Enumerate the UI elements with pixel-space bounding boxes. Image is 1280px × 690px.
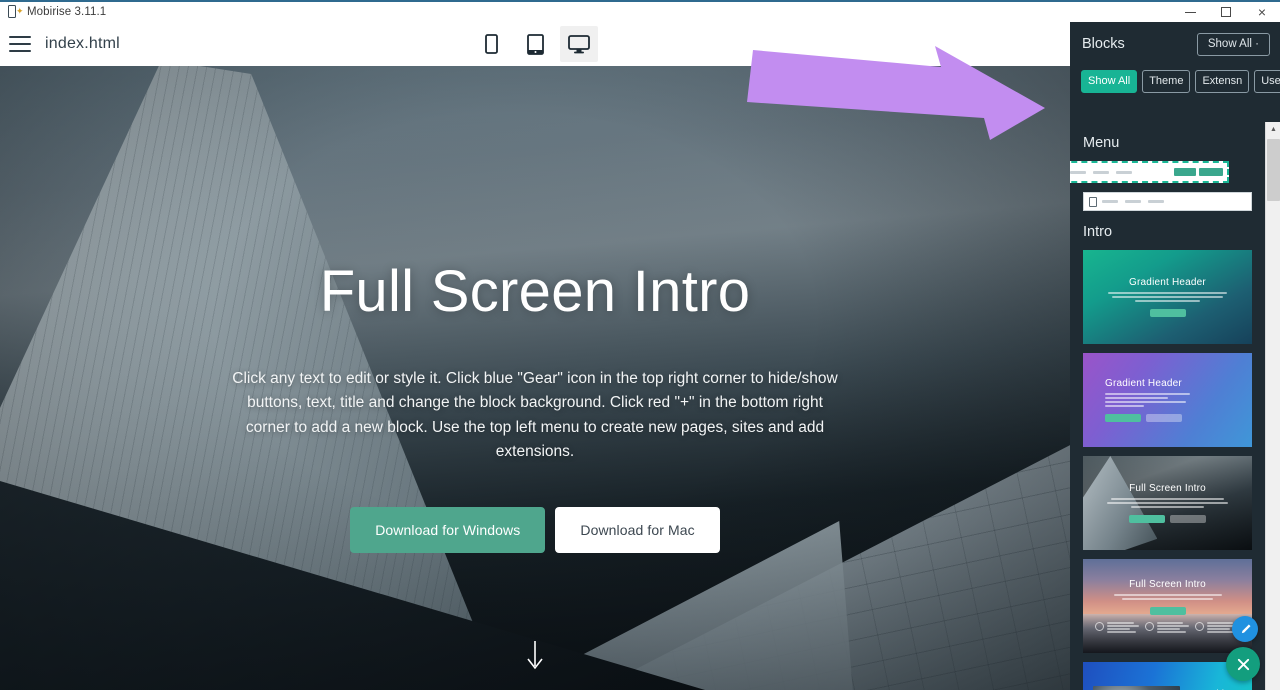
blocks-panel-header: Blocks Show All · — [1070, 22, 1280, 66]
thumb-text-lines — [1105, 292, 1231, 304]
title-bar: ✦ Mobirise 3.11.1 × — [0, 0, 1280, 22]
block-thumb-full-screen-intro-building[interactable]: Full Screen Intro — [1083, 456, 1252, 550]
download-mac-button[interactable]: Download for Mac — [555, 507, 719, 553]
page-canvas[interactable]: Full Screen Intro Click any text to edit… — [0, 66, 1070, 690]
hero-heading[interactable]: Full Screen Intro — [320, 262, 751, 323]
thumb-content: Gradient Header — [1089, 256, 1246, 338]
block-thumb-menu-highlighted[interactable] — [1070, 161, 1229, 183]
block-thumb-full-screen-intro-sunset[interactable]: Full Screen Intro — [1083, 559, 1252, 653]
blocks-list[interactable]: Menu Intro Gradient Header — [1070, 122, 1265, 690]
thumb-caption: Full Screen Intro — [1129, 483, 1206, 494]
block-thumb-gradient-header-purple[interactable]: Gradient Header — [1083, 353, 1252, 447]
thumb-feature-column — [1145, 622, 1190, 634]
thumb-nav-button — [1174, 168, 1196, 176]
filter-extensions[interactable]: Extensn — [1195, 70, 1249, 93]
thumb-button — [1150, 309, 1186, 317]
thumb-button-secondary — [1146, 414, 1182, 422]
thumb-caption: Gradient Header — [1129, 277, 1206, 288]
window-controls: × — [1172, 1, 1280, 23]
thumb-button — [1150, 607, 1186, 615]
blocks-panel-scrollbar[interactable]: ▲ — [1265, 122, 1280, 690]
thumb-caption: Gradient Header — [1105, 378, 1182, 389]
thumb-nav-links — [1070, 171, 1170, 174]
thumb-feature-text — [1157, 622, 1190, 634]
scrollbar-thumb[interactable] — [1267, 139, 1280, 201]
block-thumb-menu-plain[interactable] — [1083, 192, 1252, 211]
maximize-button[interactable] — [1208, 1, 1244, 23]
thumb-feature-text — [1107, 622, 1140, 634]
maximize-icon — [1221, 7, 1231, 17]
minimize-button[interactable] — [1172, 1, 1208, 23]
scrollbar-up-button[interactable]: ▲ — [1266, 122, 1280, 137]
hamburger-menu-icon[interactable] — [9, 36, 31, 52]
hero-button-group: Download for Windows Download for Mac — [350, 507, 720, 553]
thumb-feature-icon — [1145, 622, 1154, 631]
thumb-feature-column — [1095, 622, 1140, 634]
thumb-feature-icon — [1195, 622, 1204, 631]
thumb-text-lines — [1105, 498, 1231, 510]
thumb-feature-columns — [1095, 622, 1239, 634]
blocks-panel-title: Blocks — [1082, 36, 1125, 52]
thumb-nav-button-secondary — [1199, 168, 1223, 176]
app-title: Mobirise 3.11.1 — [27, 6, 106, 18]
edit-pencil-button[interactable] — [1232, 616, 1258, 642]
filter-user[interactable]: User — [1254, 70, 1280, 93]
mobirise-app-window: ✦ Mobirise 3.11.1 × index.html — [0, 0, 1280, 690]
thumb-nav-links — [1102, 200, 1246, 203]
blocks-filter-row: Show All Theme Extensn User — [1070, 66, 1280, 105]
thumb-content: Full Screen Intro — [1089, 565, 1246, 647]
editor-toolbar: index.html — [0, 22, 1070, 66]
device-preview-group — [0, 22, 1070, 66]
blocks-panel: Blocks Show All · Show All Theme Extensn… — [1070, 22, 1280, 690]
mobirise-logo-icon: ✦ — [7, 5, 21, 19]
thumb-caption: Full Screen Intro — [1129, 579, 1206, 590]
thumb-button — [1105, 414, 1141, 422]
group-label-menu: Menu — [1083, 135, 1265, 151]
thumb-logo-icon — [1089, 197, 1097, 207]
thumb-content: Gradient Header — [1089, 359, 1246, 441]
thumb-button-secondary — [1170, 515, 1206, 523]
close-icon: × — [1258, 5, 1266, 19]
show-all-dropdown[interactable]: Show All · — [1197, 33, 1270, 56]
close-blocks-panel-button[interactable] — [1226, 647, 1260, 681]
thumb-media-image — [1093, 686, 1180, 690]
close-x-icon — [1236, 657, 1251, 672]
filter-theme[interactable]: Theme — [1142, 70, 1190, 93]
thumb-text-lines — [1105, 393, 1190, 409]
thumb-button — [1129, 515, 1165, 523]
filter-show-all[interactable]: Show All — [1081, 70, 1137, 93]
group-label-intro: Intro — [1083, 224, 1265, 240]
thumb-feature-icon — [1095, 622, 1104, 631]
hero-paragraph[interactable]: Click any text to edit or style it. Clic… — [225, 367, 845, 465]
thumb-content: Full Screen Intro — [1089, 462, 1246, 544]
block-thumb-gradient-header-teal[interactable]: Gradient Header — [1083, 250, 1252, 344]
hero-block[interactable]: Full Screen Intro Click any text to edit… — [0, 66, 1070, 690]
close-button[interactable]: × — [1244, 1, 1280, 23]
download-windows-button[interactable]: Download for Windows — [350, 507, 545, 553]
mobile-preview-icon[interactable] — [472, 26, 510, 62]
page-title: index.html — [45, 35, 120, 53]
pencil-icon — [1239, 623, 1252, 636]
tablet-preview-icon[interactable] — [516, 26, 554, 62]
desktop-preview-icon[interactable] — [560, 26, 598, 62]
thumb-text-lines — [1105, 594, 1231, 602]
minimize-icon — [1185, 12, 1196, 13]
menu-blocks — [1070, 161, 1265, 211]
chevron-up-icon: ▲ — [1270, 126, 1277, 133]
scroll-down-arrow-icon[interactable] — [524, 639, 546, 676]
